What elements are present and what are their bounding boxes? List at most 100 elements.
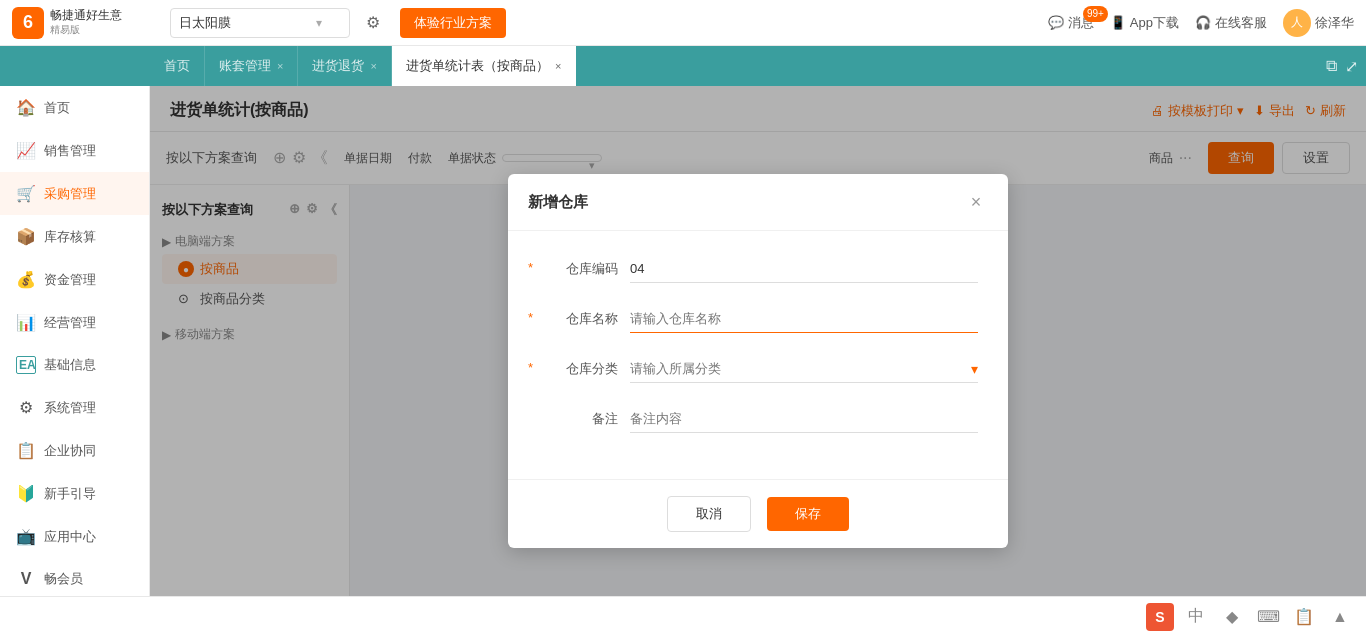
- service-label: 在线客服: [1215, 14, 1267, 32]
- tab-restore-icon[interactable]: ⧉: [1326, 57, 1337, 75]
- gear-icon[interactable]: ⚙: [358, 8, 388, 38]
- tab-account-close[interactable]: ×: [277, 60, 283, 72]
- avatar: 人: [1283, 9, 1311, 37]
- top-header: 6 畅捷通好生意 精易版 ▾ ⚙ 体验行业方案 💬 消息 99+ 📱 App下载…: [0, 0, 1366, 46]
- warehouse-category-select[interactable]: ▾: [630, 355, 978, 383]
- tab-account[interactable]: 账套管理 ×: [205, 46, 298, 86]
- sidebar-item-basic-info[interactable]: EA 基础信息: [0, 344, 149, 386]
- sidebar-item-app-center[interactable]: 📺 应用中心: [0, 515, 149, 558]
- modal-body: 仓库编码 仓库名称 仓库分类 ▾: [508, 231, 1008, 479]
- sidebar-item-member[interactable]: V 畅会员: [0, 558, 149, 600]
- tab-purchase-return-label: 进货退货: [312, 57, 364, 75]
- sidebar-member-label: 畅会员: [44, 570, 83, 588]
- operations-icon: 📊: [16, 313, 36, 332]
- cancel-button[interactable]: 取消: [667, 496, 751, 532]
- modal-title: 新增仓库: [528, 193, 588, 212]
- save-button[interactable]: 保存: [767, 497, 849, 531]
- app-icon: 📱: [1110, 15, 1126, 30]
- sidebar-item-sales[interactable]: 📈 销售管理: [0, 129, 149, 172]
- sidebar-sales-label: 销售管理: [44, 142, 96, 160]
- search-input[interactable]: [179, 15, 309, 30]
- tab-purchase-return-close[interactable]: ×: [370, 60, 376, 72]
- headset-icon: 🎧: [1195, 15, 1211, 30]
- modal-header: 新增仓库 ×: [508, 174, 1008, 231]
- tab-account-label: 账套管理: [219, 57, 271, 75]
- tab-bar-controls: ⧉ ⤢: [1326, 57, 1366, 76]
- purchase-icon: 🛒: [16, 184, 36, 203]
- main-layout: 🏠 首页 📈 销售管理 🛒 采购管理 📦 库存核算 💰 资金管理 📊 经营管理 …: [0, 86, 1366, 636]
- sidebar-home-label: 首页: [44, 99, 70, 117]
- tab-home-label: 首页: [164, 57, 190, 75]
- category-dropdown-icon[interactable]: ▾: [971, 361, 978, 377]
- sidebar-basic-info-label: 基础信息: [44, 356, 96, 374]
- sidebar-purchase-label: 采购管理: [44, 185, 96, 203]
- logo-sub: 精易版: [50, 23, 122, 37]
- warehouse-name-input[interactable]: [630, 305, 978, 333]
- modal-close-button[interactable]: ×: [964, 190, 988, 214]
- modal-overlay: 新增仓库 × 仓库编码 仓库名称 仓库分类: [150, 86, 1366, 636]
- tab-purchase-stat-label: 进货单统计表（按商品）: [406, 57, 549, 75]
- message-item[interactable]: 💬 消息 99+: [1048, 14, 1094, 32]
- tab-bar: 首页 账套管理 × 进货退货 × 进货单统计表（按商品） × ⧉ ⤢: [0, 46, 1366, 86]
- sidebar-operations-label: 经营管理: [44, 314, 96, 332]
- sidebar-item-collab[interactable]: 📋 企业协同: [0, 429, 149, 472]
- guide-icon: 🔰: [16, 484, 36, 503]
- notes-input[interactable]: [630, 405, 978, 433]
- bottom-keyboard-icon[interactable]: ⌨: [1254, 603, 1282, 631]
- content-area: 进货单统计(按商品) 🖨 按模板打印 ▾ ⬇ 导出 ↻ 刷新 按以下方案查询: [150, 86, 1366, 636]
- search-dropdown-icon[interactable]: ▾: [309, 13, 329, 33]
- sidebar-system-label: 系统管理: [44, 399, 96, 417]
- finance-icon: 💰: [16, 270, 36, 289]
- sidebar-item-purchase[interactable]: 🛒 采购管理: [0, 172, 149, 215]
- sidebar-item-inventory[interactable]: 📦 库存核算: [0, 215, 149, 258]
- sidebar: 🏠 首页 📈 销售管理 🛒 采购管理 📦 库存核算 💰 资金管理 📊 经营管理 …: [0, 86, 150, 636]
- new-warehouse-modal: 新增仓库 × 仓库编码 仓库名称 仓库分类: [508, 174, 1008, 548]
- tab-fullscreen-icon[interactable]: ⤢: [1345, 57, 1358, 76]
- tab-purchase-stat-close[interactable]: ×: [555, 60, 561, 72]
- warehouse-category-input[interactable]: [630, 355, 971, 382]
- sidebar-finance-label: 资金管理: [44, 271, 96, 289]
- trial-button[interactable]: 体验行业方案: [400, 8, 506, 38]
- message-icon: 💬: [1048, 15, 1064, 30]
- basic-info-icon: EA: [16, 356, 36, 374]
- bottom-arrow-icon[interactable]: ▲: [1326, 603, 1354, 631]
- tab-purchase-return[interactable]: 进货退货 ×: [298, 46, 391, 86]
- sidebar-item-home[interactable]: 🏠 首页: [0, 86, 149, 129]
- sidebar-item-operations[interactable]: 📊 经营管理: [0, 301, 149, 344]
- collab-icon: 📋: [16, 441, 36, 460]
- sales-icon: 📈: [16, 141, 36, 160]
- sidebar-app-center-label: 应用中心: [44, 528, 96, 546]
- bottom-chinese-icon[interactable]: 中: [1182, 603, 1210, 631]
- header-right: 💬 消息 99+ 📱 App下载 🎧 在线客服 人 徐泽华: [1048, 9, 1354, 37]
- app-download-item[interactable]: 📱 App下载: [1110, 14, 1179, 32]
- sidebar-collab-label: 企业协同: [44, 442, 96, 460]
- bottom-bar: S 中 ◆ ⌨ 📋 ▲: [0, 596, 1366, 636]
- bottom-bar-right: S 中 ◆ ⌨ 📋 ▲: [1146, 603, 1354, 631]
- sidebar-item-guide[interactable]: 🔰 新手引导: [0, 472, 149, 515]
- sidebar-guide-label: 新手引导: [44, 485, 96, 503]
- system-icon: ⚙: [16, 398, 36, 417]
- user-item[interactable]: 人 徐泽华: [1283, 9, 1354, 37]
- header-search-box[interactable]: ▾: [170, 8, 350, 38]
- tab-purchase-stat[interactable]: 进货单统计表（按商品） ×: [392, 46, 576, 86]
- warehouse-name-label: 仓库名称: [538, 310, 618, 328]
- warehouse-name-row: 仓库名称: [538, 305, 978, 333]
- sidebar-item-finance[interactable]: 💰 资金管理: [0, 258, 149, 301]
- bottom-diamond-icon[interactable]: ◆: [1218, 603, 1246, 631]
- app-center-icon: 📺: [16, 527, 36, 546]
- app-label: App下载: [1130, 14, 1179, 32]
- message-badge: 99+: [1083, 6, 1108, 22]
- tab-home[interactable]: 首页: [150, 46, 205, 86]
- logo-name: 畅捷通好生意: [50, 8, 122, 24]
- bottom-logo: S: [1146, 603, 1174, 631]
- logo-area: 6 畅捷通好生意 精易版: [12, 7, 162, 39]
- warehouse-code-row: 仓库编码: [538, 255, 978, 283]
- bottom-clipboard-icon[interactable]: 📋: [1290, 603, 1318, 631]
- sidebar-item-system[interactable]: ⚙ 系统管理: [0, 386, 149, 429]
- warehouse-code-input[interactable]: [630, 255, 978, 283]
- notes-label: 备注: [538, 410, 618, 428]
- modal-footer: 取消 保存: [508, 479, 1008, 548]
- member-icon: V: [16, 570, 36, 588]
- warehouse-code-label: 仓库编码: [538, 260, 618, 278]
- service-item[interactable]: 🎧 在线客服: [1195, 14, 1267, 32]
